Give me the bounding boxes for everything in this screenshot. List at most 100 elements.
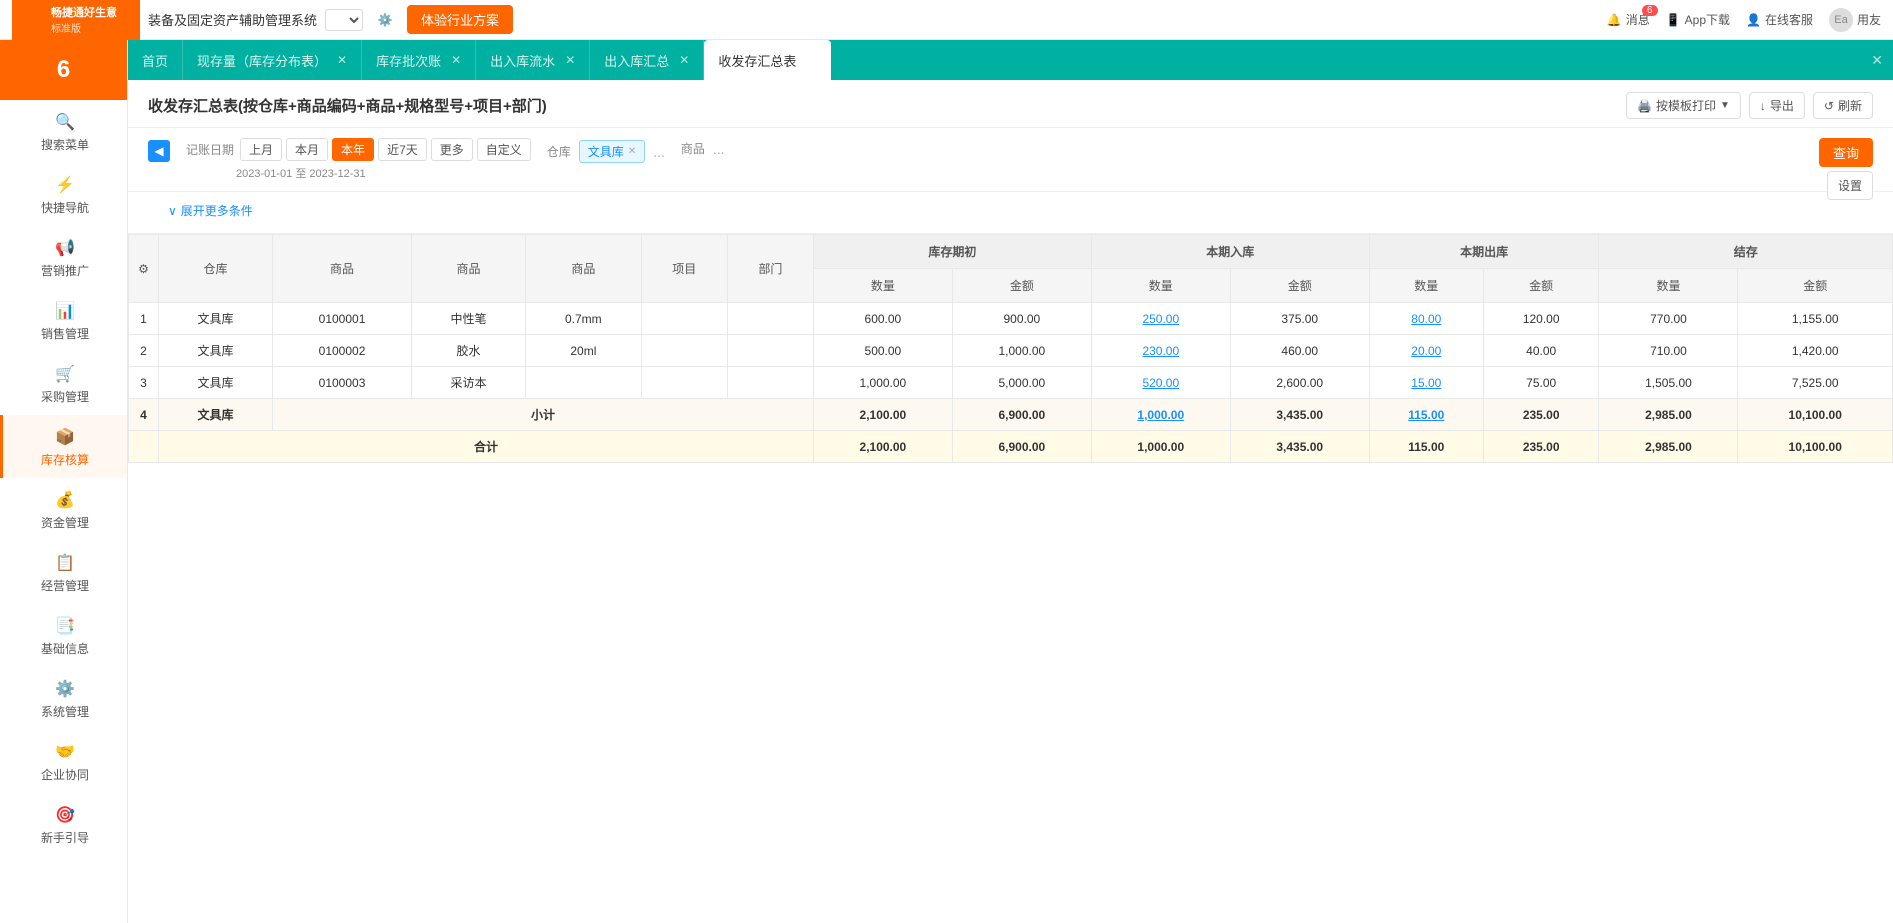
user-menu[interactable]: Ea 用友 [1829, 8, 1881, 32]
refresh-button[interactable]: ↺ 刷新 [1813, 92, 1873, 119]
cell-warehouse-1: 文具库 [159, 335, 273, 367]
warehouse-filter-more[interactable]: ... [653, 144, 665, 160]
warehouse-tag-close-icon[interactable]: ✕ [628, 146, 636, 157]
sidebar-item-basic[interactable]: 📑 基础信息 [0, 604, 127, 667]
tab-inventory-dist[interactable]: 现存量（库存分布表）✕ [183, 40, 362, 80]
messages-badge: 6 [1642, 5, 1658, 16]
export-button[interactable]: ↓ 导出 [1749, 92, 1805, 119]
date-filter-本月[interactable]: 本月 [286, 138, 328, 161]
sidebar-label-operations: 经营管理 [41, 577, 89, 594]
tab-recv-send[interactable]: 收发存汇总表✕ [704, 40, 831, 80]
cell-in-qty-0[interactable]: 250.00 [1091, 303, 1230, 335]
date-filter-更多[interactable]: 更多 [431, 138, 473, 161]
subtotal-row: 4 文具库 小计 2,100.00 6,900.00 1,000.00 3,43… [129, 399, 1893, 431]
cell-out-qty-0[interactable]: 80.00 [1369, 303, 1483, 335]
tab-close-batch[interactable]: ✕ [451, 53, 461, 67]
tab-close-summary[interactable]: ✕ [679, 53, 689, 67]
subtotal-closing-qty: 2,985.00 [1599, 399, 1738, 431]
print-button[interactable]: 🖨️ 按模板打印 ▼ [1626, 92, 1741, 119]
data-table-wrapper: ⚙ 仓库 商品 商品 商品 项目 部门 库存期初 本期入库 本期出库 结存 [128, 234, 1893, 463]
sidebar-icon-sales: 📊 [55, 301, 75, 321]
phone-icon: 📱 [1666, 13, 1681, 27]
query-button[interactable]: 查询 [1819, 138, 1873, 167]
date-range: 2023-01-01 至 2023-12-31 [186, 165, 531, 181]
sidebar-item-sales[interactable]: 📊 销售管理 [0, 289, 127, 352]
total-out-amt: 235.00 [1483, 431, 1599, 463]
table-settings-col[interactable]: ⚙ [129, 235, 159, 303]
sidebar-label-quick-nav: 快捷导航 [41, 199, 89, 216]
total-out-qty: 115.00 [1369, 431, 1483, 463]
sidebar-item-marketing[interactable]: 📢 营销推广 [0, 226, 127, 289]
th-group-closing: 结存 [1599, 235, 1893, 269]
date-filter-本年[interactable]: 本年 [332, 138, 374, 161]
user-avatar: Ea [1829, 8, 1853, 32]
cell-out-qty-2[interactable]: 15.00 [1369, 367, 1483, 399]
tab-close-recv-send[interactable]: ✕ [806, 53, 816, 67]
tab-summary[interactable]: 出入库汇总✕ [590, 40, 704, 80]
filter-collapse-btn[interactable]: ◀ [148, 140, 170, 162]
tab-label-batch: 库存批次账 [376, 51, 441, 70]
total-closing-amt: 10,100.00 [1738, 431, 1893, 463]
sidebar-label-marketing: 营销推广 [41, 262, 89, 279]
cell-department-1 [727, 335, 813, 367]
cell-goods-code-2: 0100003 [273, 367, 412, 399]
th-out-qty: 数量 [1369, 269, 1483, 303]
system-selector[interactable] [325, 9, 363, 31]
sidebar-item-operations[interactable]: 📋 经营管理 [0, 541, 127, 604]
sidebar-label-purchase: 采购管理 [41, 388, 89, 405]
sidebar-label-guide: 新手引导 [41, 829, 89, 846]
filter-settings-button[interactable]: 设置 [1827, 171, 1873, 200]
sidebar-item-finance[interactable]: 💰 资金管理 [0, 478, 127, 541]
sidebar-item-system[interactable]: ⚙️ 系统管理 [0, 667, 127, 730]
sidebar-item-quick-nav[interactable]: ⚡ 快捷导航 [0, 163, 127, 226]
tab-flow[interactable]: 出入库流水✕ [476, 40, 590, 80]
table-row: 1 文具库 0100001 中性笔 0.7mm 600.00 900.00 25… [129, 303, 1893, 335]
online-service-button[interactable]: 👤 在线客服 [1746, 11, 1813, 28]
sidebar-item-purchase[interactable]: 🛒 采购管理 [0, 352, 127, 415]
expand-more-button[interactable]: ∨ 展开更多条件 [148, 196, 273, 225]
settings-gear-icon[interactable]: ⚙️ [371, 6, 399, 34]
th-goods-name: 商品 [412, 235, 526, 303]
tab-home[interactable]: 首页 [128, 40, 183, 80]
tab-close-inventory-dist[interactable]: ✕ [337, 53, 347, 67]
table-row: 2 文具库 0100002 胶水 20ml 500.00 1,000.00 23… [129, 335, 1893, 367]
cell-in-qty-2[interactable]: 520.00 [1091, 367, 1230, 399]
cell-out-qty-1[interactable]: 20.00 [1369, 335, 1483, 367]
date-filter-上月[interactable]: 上月 [240, 138, 282, 161]
cell-goods-code-0: 0100001 [273, 303, 412, 335]
sidebar-item-inventory[interactable]: 📦 库存核算 [0, 415, 127, 478]
sidebar-icon-quick-nav: ⚡ [55, 175, 75, 195]
close-all-tabs-button[interactable]: ✕ [1861, 52, 1893, 69]
cell-opening-qty-1: 500.00 [813, 335, 952, 367]
cell-project-0 [641, 303, 727, 335]
date-filter-自定义[interactable]: 自定义 [477, 138, 531, 161]
th-goods-spec: 商品 [526, 235, 642, 303]
app-download-button[interactable]: 📱 App下载 [1666, 11, 1730, 28]
warehouse-filter-label: 仓库 [547, 143, 571, 160]
cell-opening-amt-2: 5,000.00 [952, 367, 1091, 399]
date-filter-近7天[interactable]: 近7天 [378, 138, 427, 161]
experience-button[interactable]: 体验行业方案 [407, 5, 513, 34]
chevron-down-icon: ▼ [1720, 100, 1730, 111]
cell-in-qty-1[interactable]: 230.00 [1091, 335, 1230, 367]
total-opening-amt: 6,900.00 [952, 431, 1091, 463]
sidebar-item-enterprise[interactable]: 🤝 企业协同 [0, 730, 127, 793]
total-in-qty: 1,000.00 [1091, 431, 1230, 463]
warehouse-tag[interactable]: 文具库 ✕ [579, 140, 645, 163]
subtotal-out-qty[interactable]: 115.00 [1369, 399, 1483, 431]
th-project: 项目 [641, 235, 727, 303]
cell-project-2 [641, 367, 727, 399]
sidebar-icon-search: 🔍 [55, 112, 75, 132]
goods-filter-more[interactable]: ... [713, 141, 725, 157]
sidebar-label-search: 搜索菜单 [41, 136, 89, 153]
sidebar-item-guide[interactable]: 🎯 新手引导 [0, 793, 127, 856]
messages-button[interactable]: 🔔 消息 6 [1607, 11, 1650, 28]
sidebar-item-search[interactable]: 🔍 搜索菜单 [0, 100, 127, 163]
cell-goods-name-2: 采访本 [412, 367, 526, 399]
tab-batch[interactable]: 库存批次账 ✕ [362, 40, 476, 80]
table-row: 3 文具库 0100003 采访本 1,000.00 5,000.00 520.… [129, 367, 1893, 399]
refresh-icon: ↺ [1824, 99, 1834, 113]
cell-goods-code-1: 0100002 [273, 335, 412, 367]
tab-close-flow[interactable]: ✕ [565, 53, 575, 67]
subtotal-in-qty[interactable]: 1,000.00 [1091, 399, 1230, 431]
